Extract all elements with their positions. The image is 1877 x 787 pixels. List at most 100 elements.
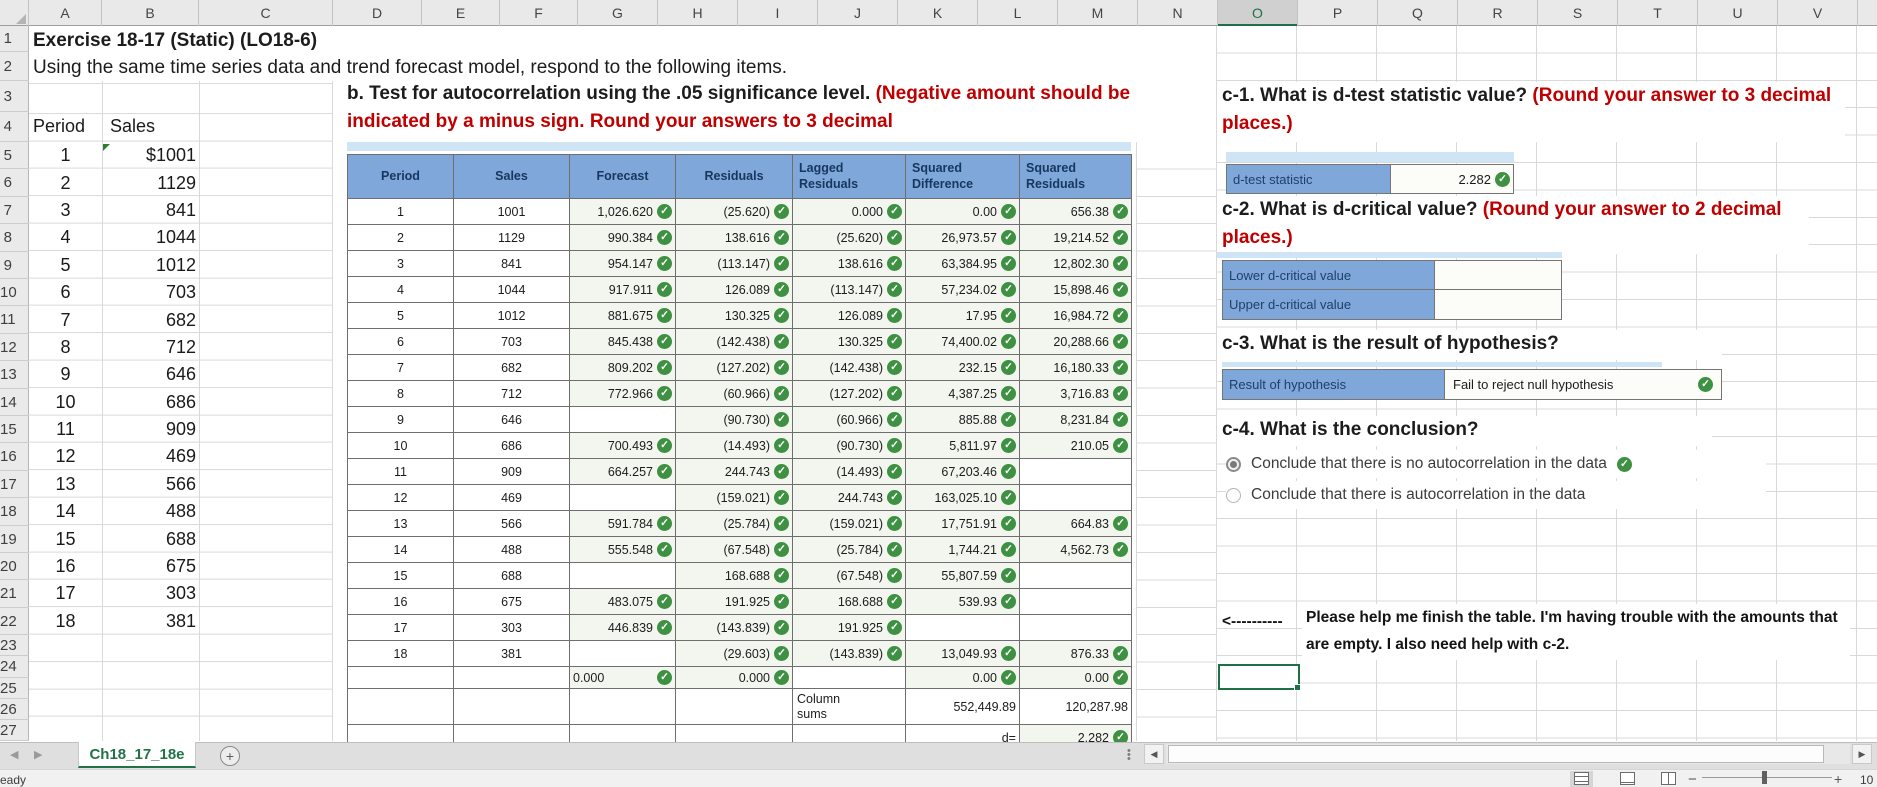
row-header-15[interactable]: 15 [0,416,29,444]
forecast-r15[interactable] [569,562,676,589]
forecast-r10[interactable]: 700.493 ✓ [569,432,676,459]
sales-r1[interactable]: 1001 [453,198,570,225]
period-r17[interactable]: 17 [347,614,454,641]
row-header-2[interactable]: 2 [0,52,29,81]
column-header-C[interactable]: C [199,0,333,26]
squared-residuals-r2[interactable]: 19,214.52 ✓ [1019,224,1132,251]
row-header-6[interactable]: 6 [0,169,29,197]
period-r3[interactable]: 3 [347,250,454,277]
conclusion-option-1[interactable]: Conclude that there is no autocorrelatio… [1226,450,1766,478]
period-cell[interactable]: 12 [29,446,102,467]
squared-difference-r10[interactable]: 5,811.97 ✓ [905,432,1020,459]
lagged-residuals-r17[interactable]: 191.925 ✓ [792,614,906,641]
period-cell[interactable]: 17 [29,583,102,604]
zoom-slider-track[interactable] [1702,777,1832,778]
row-header-25[interactable]: 25 [0,678,29,699]
column-header-O[interactable]: O [1218,0,1298,26]
sales-cell[interactable]: 841 [102,200,196,221]
period-cell[interactable]: 5 [29,255,102,276]
column-sum-squared-residuals[interactable]: 120,287.98 [1019,688,1132,725]
lagged-residuals-zero[interactable] [792,666,906,689]
lagged-residuals-r14[interactable]: (25.784) ✓ [792,536,906,563]
forecast-r4[interactable]: 917.911 ✓ [569,276,676,303]
squared-residuals-r6[interactable]: 20,288.66 ✓ [1019,328,1132,355]
zoom-slider-thumb[interactable] [1762,771,1767,784]
sales-cell[interactable]: $1001 [102,145,196,166]
lagged-residuals-r7[interactable]: (142.438) ✓ [792,354,906,381]
forecast-r11[interactable]: 664.257 ✓ [569,458,676,485]
sales-cell[interactable]: 646 [102,364,196,385]
column-header-A[interactable]: A [29,0,102,26]
forecast-r12[interactable] [569,484,676,511]
lagged-residuals-r5[interactable]: 126.089 ✓ [792,302,906,329]
lower-d-critical-input[interactable] [1435,261,1561,289]
sales-r9[interactable]: 646 [453,406,570,433]
period-r10[interactable]: 10 [347,432,454,459]
residuals-r16[interactable]: 191.925 ✓ [675,588,793,615]
forecast-r3[interactable]: 954.147 ✓ [569,250,676,277]
squared-difference-r1[interactable]: 0.00 ✓ [905,198,1020,225]
column-header-M[interactable]: M [1058,0,1138,26]
lagged-residuals-r1[interactable]: 0.000 ✓ [792,198,906,225]
sales-cell[interactable]: 712 [102,337,196,358]
squared-residuals-r17[interactable] [1019,614,1132,641]
squared-difference-r14[interactable]: 1,744.21 ✓ [905,536,1020,563]
period-cell[interactable]: 10 [29,392,102,413]
period-cell[interactable]: 7 [29,310,102,331]
zoom-in-icon[interactable]: + [1834,771,1842,787]
sales-r4[interactable]: 1044 [453,276,570,303]
squared-residuals-r3[interactable]: 12,802.30 ✓ [1019,250,1132,277]
column-header-N[interactable]: N [1138,0,1218,26]
row-header-19[interactable]: 19 [0,526,29,553]
squared-difference-r18[interactable]: 13,049.93 ✓ [905,640,1020,667]
period-r12[interactable]: 12 [347,484,454,511]
squared-residuals-r9[interactable]: 8,231.84 ✓ [1019,406,1132,433]
row-header-13[interactable]: 13 [0,361,29,389]
residuals-r17[interactable]: (143.839) ✓ [675,614,793,641]
period-cell[interactable]: 13 [29,474,102,495]
lagged-residuals-r3[interactable]: 138.616 ✓ [792,250,906,277]
residuals-r9[interactable]: (90.730) ✓ [675,406,793,433]
sales-r8[interactable]: 712 [453,380,570,407]
squared-difference-r6[interactable]: 74,400.02 ✓ [905,328,1020,355]
row-header-10[interactable]: 10 [0,279,29,307]
residuals-r8[interactable]: (60.966) ✓ [675,380,793,407]
lagged-residuals-r15[interactable]: (67.548) ✓ [792,562,906,589]
residuals-zero[interactable]: 0.000 ✓ [675,666,793,689]
sales-r3[interactable]: 841 [453,250,570,277]
upper-d-critical-input[interactable] [1435,290,1561,319]
residuals-r12[interactable]: (159.021) ✓ [675,484,793,511]
column-header-R[interactable]: R [1458,0,1538,26]
squared-difference-r3[interactable]: 63,384.95 ✓ [905,250,1020,277]
squared-difference-r2[interactable]: 26,973.57 ✓ [905,224,1020,251]
residuals-r13[interactable]: (25.784) ✓ [675,510,793,537]
sales-r12[interactable]: 469 [453,484,570,511]
residuals-r11[interactable]: 244.743 ✓ [675,458,793,485]
sales-cell[interactable]: 703 [102,282,196,303]
scrollbar-splitter-icon[interactable]: • • • [1127,746,1131,765]
squared-residuals-r16[interactable] [1019,588,1132,615]
scroll-right-icon[interactable]: ▶ [1852,744,1872,764]
forecast-r8[interactable]: 772.966 ✓ [569,380,676,407]
view-page-break-icon[interactable] [1657,771,1680,787]
sales-r6[interactable]: 703 [453,328,570,355]
squared-difference-r7[interactable]: 232.15 ✓ [905,354,1020,381]
row-header-14[interactable]: 14 [0,389,29,416]
sales-r10[interactable]: 686 [453,432,570,459]
column-header-L[interactable]: L [978,0,1058,26]
period-cell[interactable]: 14 [29,501,102,522]
forecast-r13[interactable]: 591.784 ✓ [569,510,676,537]
sales-cell[interactable]: 675 [102,556,196,577]
lagged-residuals-r6[interactable]: 130.325 ✓ [792,328,906,355]
column-header-J[interactable]: J [818,0,898,26]
sales-r5[interactable]: 1012 [453,302,570,329]
sales-r13[interactable]: 566 [453,510,570,537]
row-header-4[interactable]: 4 [0,112,29,142]
period-r4[interactable]: 4 [347,276,454,303]
period-cell[interactable]: 15 [29,529,102,550]
forecast-r14[interactable]: 555.548 ✓ [569,536,676,563]
period-cell[interactable]: 11 [29,419,102,440]
squared-residuals-r18[interactable]: 876.33 ✓ [1019,640,1132,667]
row-header-20[interactable]: 20 [0,553,29,581]
column-header-T[interactable]: T [1618,0,1698,26]
